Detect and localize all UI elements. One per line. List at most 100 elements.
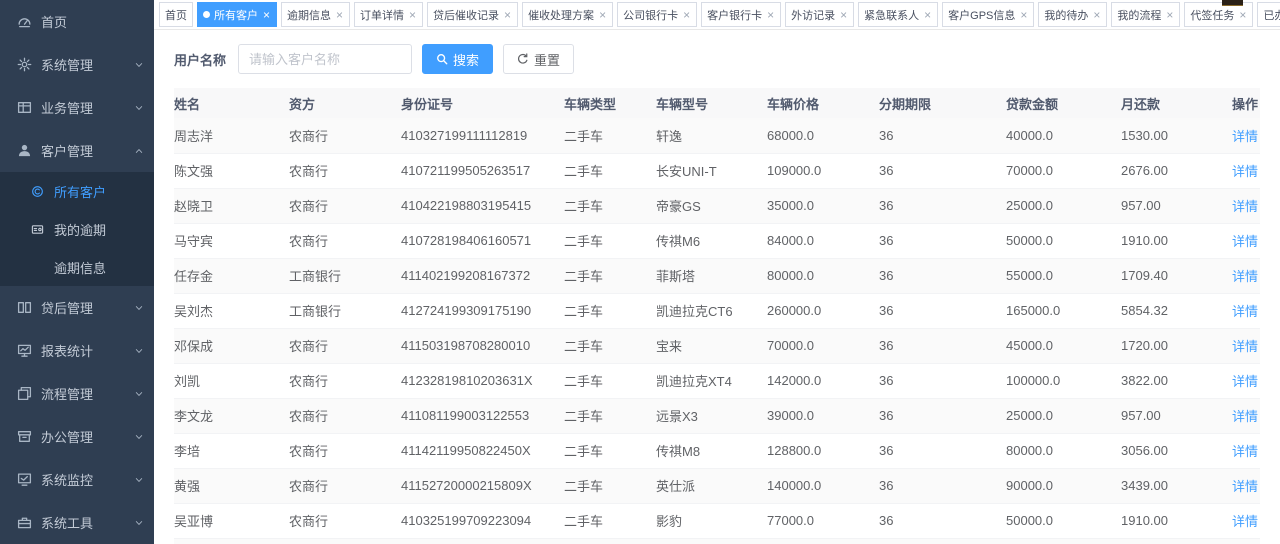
tab-visit-records[interactable]: 外访记录× xyxy=(785,2,854,27)
close-icon[interactable]: × xyxy=(1092,9,1101,21)
detail-link[interactable]: 详情 xyxy=(1232,479,1258,494)
detail-link[interactable]: 详情 xyxy=(1232,339,1258,354)
detail-link[interactable]: 详情 xyxy=(1232,444,1258,459)
tab-label: 所有客户 xyxy=(214,7,258,23)
cell: 36 xyxy=(879,293,1006,328)
cell: 传祺M8 xyxy=(656,433,767,468)
cell: 农商行 xyxy=(289,503,401,538)
close-icon[interactable]: × xyxy=(408,9,417,21)
close-icon[interactable]: × xyxy=(923,9,932,21)
close-icon[interactable]: × xyxy=(766,9,775,21)
tab-customer-gps[interactable]: 客户GPS信息× xyxy=(942,2,1034,27)
tab-label: 首页 xyxy=(165,7,187,23)
close-icon[interactable]: × xyxy=(335,9,344,21)
detail-link[interactable]: 详情 xyxy=(1232,514,1258,529)
sidebar-subitem-all-customers[interactable]: 所有客户 xyxy=(0,172,154,210)
sidebar-item-system-management[interactable]: 系统管理 xyxy=(0,43,154,86)
detail-link[interactable]: 详情 xyxy=(1232,129,1258,144)
chevron-down-icon xyxy=(134,60,144,70)
main-area: 首页所有客户×逾期信息×订单详情×贷后催收记录×催收处理方案×公司银行卡×客户银… xyxy=(154,0,1280,544)
column-header: 月还款 xyxy=(1121,88,1206,118)
reset-button[interactable]: 重置 xyxy=(503,44,574,74)
cell: 41232819810203631X xyxy=(401,363,564,398)
sidebar-item-report-statistics[interactable]: 报表统计 xyxy=(0,329,154,372)
cell: 100000.0 xyxy=(1006,363,1121,398)
tab-collection-records[interactable]: 贷后催收记录× xyxy=(427,2,518,27)
table-row: 吴刘杰工商银行412724199309175190二手车凯迪拉克CT626000… xyxy=(174,293,1260,328)
cell: 远景X3 xyxy=(656,398,767,433)
tab-emergency-contacts[interactable]: 紧急联系人× xyxy=(858,2,938,27)
sidebar-subitem-my-overdue[interactable]: 我的逾期 xyxy=(0,210,154,248)
cell: 411503198708280010 xyxy=(401,328,564,363)
tab-customer-bank-card[interactable]: 客户银行卡× xyxy=(701,2,781,27)
tab-done-tasks[interactable]: 已办任务× xyxy=(1257,2,1280,27)
cell: 412724199309175190 xyxy=(401,293,564,328)
detail-link[interactable]: 详情 xyxy=(1232,269,1258,284)
cell: 36 xyxy=(879,433,1006,468)
sidebar-item-business-management[interactable]: 业务管理 xyxy=(0,86,154,129)
sidebar-item-label: 办公管理 xyxy=(41,427,125,446)
cell: 二手车 xyxy=(564,468,656,503)
close-icon[interactable]: × xyxy=(503,9,512,21)
active-tab-dot-icon xyxy=(203,11,210,18)
sidebar-item-home[interactable]: 首页 xyxy=(0,0,154,43)
sidebar-item-post-loan-management[interactable]: 贷后管理 xyxy=(0,286,154,329)
close-icon[interactable]: × xyxy=(1019,9,1028,21)
tab-home[interactable]: 首页 xyxy=(159,2,193,27)
customer-name-input[interactable] xyxy=(238,44,412,74)
tab-company-bank-card[interactable]: 公司银行卡× xyxy=(617,2,697,27)
cell: 80000.0 xyxy=(767,258,879,293)
detail-link[interactable]: 详情 xyxy=(1232,409,1258,424)
cell: 二手车 xyxy=(564,188,656,223)
action-cell: 详情 xyxy=(1206,223,1260,258)
cell: 957.00 xyxy=(1121,398,1206,433)
table-row: 吴亚博农商行410325199709223094二手车影豹77000.03650… xyxy=(174,503,1260,538)
sidebar-item-office-management[interactable]: 办公管理 xyxy=(0,415,154,458)
sidebar-item-label: 贷后管理 xyxy=(41,298,125,317)
cell: 农商行 xyxy=(289,328,401,363)
customers-icon xyxy=(31,185,44,198)
cell: 50000.0 xyxy=(1006,223,1121,258)
cell: 吴亚博 xyxy=(174,503,289,538)
close-icon[interactable]: × xyxy=(839,9,848,21)
close-icon[interactable]: × xyxy=(1165,9,1174,21)
search-button[interactable]: 搜索 xyxy=(422,44,493,74)
cell: 109000.0 xyxy=(767,153,879,188)
cell: 36 xyxy=(879,328,1006,363)
cell: 刘凯 xyxy=(174,363,289,398)
detail-link[interactable]: 详情 xyxy=(1232,304,1258,319)
sidebar-item-customer-management[interactable]: 客户管理 xyxy=(0,129,154,172)
close-icon[interactable]: × xyxy=(598,9,607,21)
tab-collection-plan[interactable]: 催收处理方案× xyxy=(522,2,613,27)
cell: 农商行 xyxy=(289,153,401,188)
reset-button-label: 重置 xyxy=(534,50,560,69)
avatar[interactable] xyxy=(1222,0,1243,6)
sidebar-item-system-monitoring[interactable]: 系统监控 xyxy=(0,458,154,501)
tab-my-todo[interactable]: 我的待办× xyxy=(1038,2,1107,27)
cell: 工商银行 xyxy=(289,293,401,328)
sidebar-item-system-tools[interactable]: 系统工具 xyxy=(0,501,154,544)
tab-sign-tasks[interactable]: 代签任务× xyxy=(1184,2,1253,27)
detail-link[interactable]: 详情 xyxy=(1232,234,1258,249)
search-bar: 用户名称 搜索 重置 xyxy=(174,44,1260,74)
tab-overdue-info[interactable]: 逾期信息× xyxy=(281,2,350,27)
user-icon xyxy=(17,143,32,158)
sidebar-item-process-management[interactable]: 流程管理 xyxy=(0,372,154,415)
tab-my-process[interactable]: 我的流程× xyxy=(1111,2,1180,27)
detail-link[interactable]: 详情 xyxy=(1232,374,1258,389)
column-header: 车辆价格 xyxy=(767,88,879,118)
sidebar-item-label: 系统管理 xyxy=(41,55,125,74)
tab-order-detail[interactable]: 订单详情× xyxy=(354,2,423,27)
detail-link[interactable]: 详情 xyxy=(1232,199,1258,214)
office-icon xyxy=(17,429,32,444)
close-icon[interactable]: × xyxy=(262,9,271,21)
close-icon[interactable]: × xyxy=(682,9,691,21)
tab-all-customers[interactable]: 所有客户 × xyxy=(197,2,277,27)
detail-link[interactable]: 详情 xyxy=(1232,164,1258,179)
grid-icon xyxy=(17,100,32,115)
table-row: 李文龙农商行411081199003122553二手车远景X339000.036… xyxy=(174,398,1260,433)
table-row: 刘凯农商行41232819810203631X二手车凯迪拉克XT4142000.… xyxy=(174,363,1260,398)
sidebar-subitem-overdue-info[interactable]: 逾期信息 xyxy=(0,248,154,286)
close-icon[interactable]: × xyxy=(1238,9,1247,21)
cell: 77000.0 xyxy=(767,503,879,538)
